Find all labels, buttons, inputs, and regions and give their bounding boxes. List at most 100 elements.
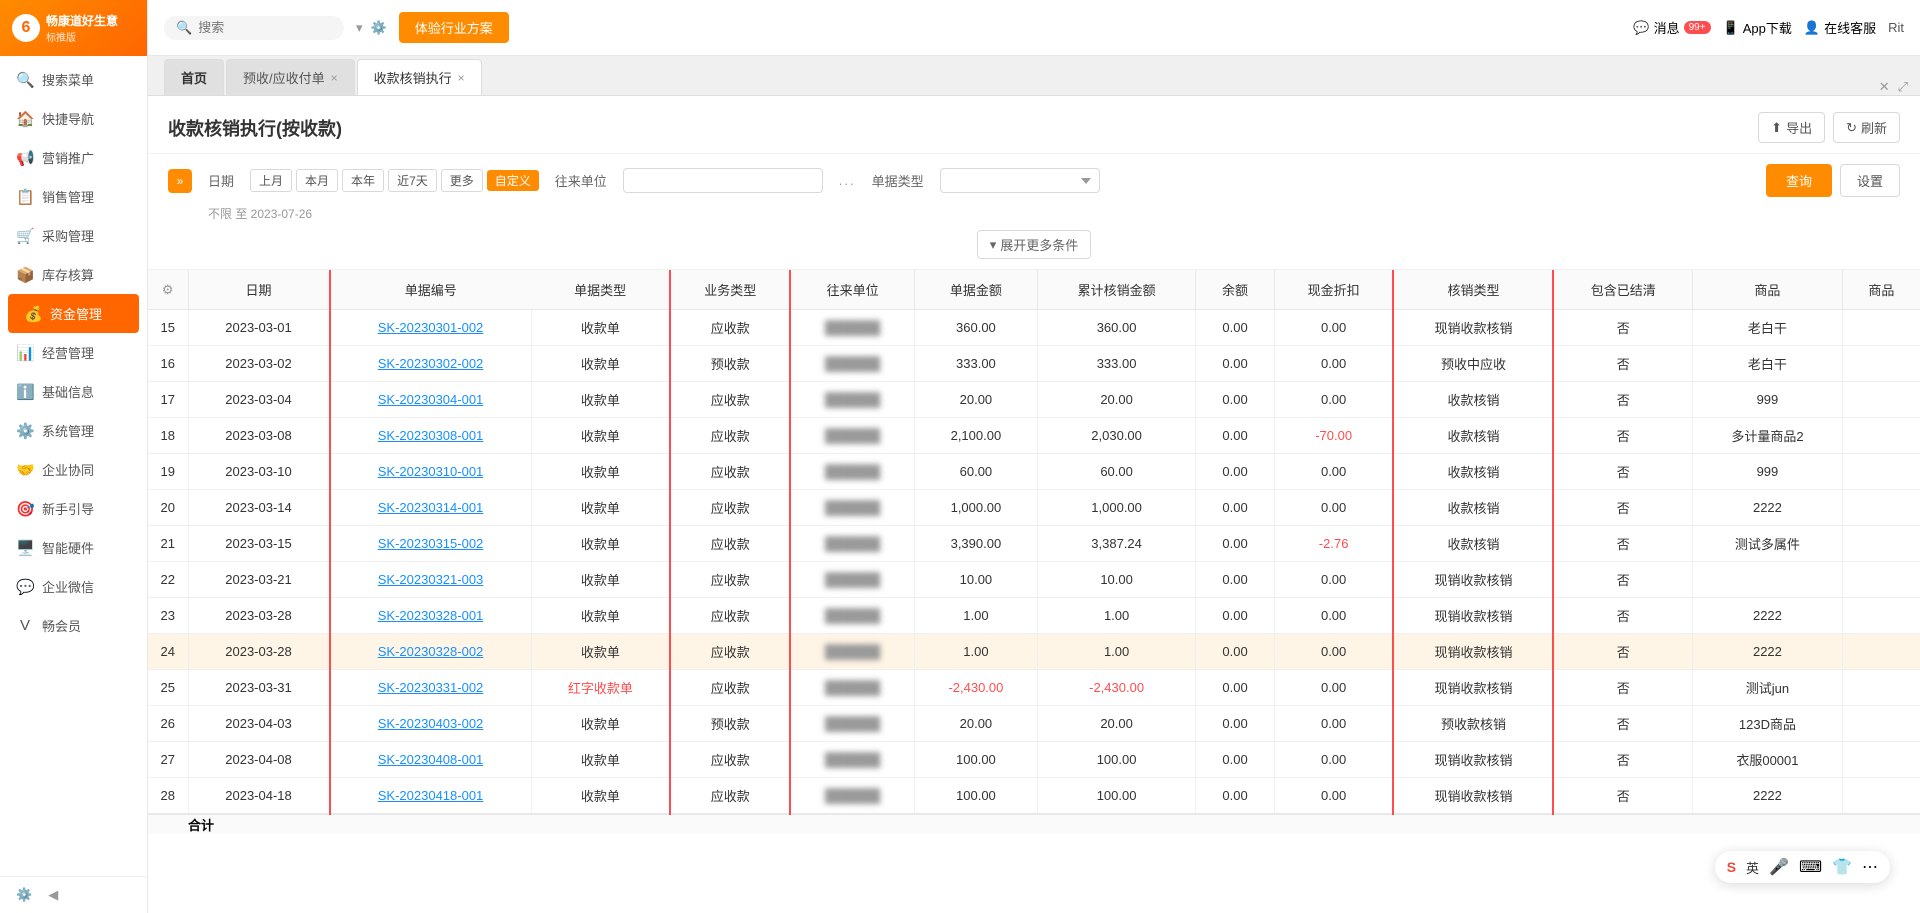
expand-more-button[interactable]: ▾ 展开更多条件 xyxy=(977,230,1092,259)
table-row[interactable]: 17 2023-03-04 SK-20230304-001 收款单 应收款 ██… xyxy=(148,382,1920,418)
cell-date: 2023-03-02 xyxy=(188,346,330,382)
table-row[interactable]: 21 2023-03-15 SK-20230315-002 收款单 应收款 ██… xyxy=(148,526,1920,562)
filter-collapse-button[interactable]: » xyxy=(168,169,192,193)
table-row[interactable]: 24 2023-03-28 SK-20230328-002 收款单 应收款 ██… xyxy=(148,634,1920,670)
date-btn-this-year[interactable]: 本年 xyxy=(342,169,384,192)
date-btn-7days[interactable]: 近7天 xyxy=(388,169,437,192)
partner-filter-input[interactable] xyxy=(623,168,823,193)
cell-voucher-no[interactable]: SK-20230302-002 xyxy=(330,346,532,382)
settings-icon[interactable]: ⚙️ xyxy=(16,887,32,903)
cell-voucher-no[interactable]: SK-20230328-001 xyxy=(330,598,532,634)
cell-date: 2023-03-21 xyxy=(188,562,330,598)
cell-include-settled: 否 xyxy=(1553,418,1692,454)
table-row[interactable]: 25 2023-03-31 SK-20230331-002 红字收款单 应收款 … xyxy=(148,670,1920,706)
cell-voucher-no[interactable]: SK-20230314-001 xyxy=(330,490,532,526)
online-service-item[interactable]: 👤 在线客服 xyxy=(1804,18,1876,37)
table-row[interactable]: 15 2023-03-01 SK-20230301-002 收款单 应收款 ██… xyxy=(148,310,1920,346)
app-download-item[interactable]: 📱 App下载 xyxy=(1723,18,1792,37)
sidebar-item-basic-info[interactable]: ℹ️基础信息 xyxy=(0,372,147,411)
cell-amount: 1,000.00 xyxy=(914,490,1037,526)
ime-mic-icon[interactable]: 🎤 xyxy=(1769,857,1789,877)
topbar-settings-icon[interactable]: ⚙️ xyxy=(371,20,387,36)
date-custom-button[interactable]: 自定义 xyxy=(487,170,539,191)
sidebar-item-inventory[interactable]: 📦库存核算 xyxy=(0,255,147,294)
cell-voucher-no[interactable]: SK-20230310-001 xyxy=(330,454,532,490)
cell-voucher-no[interactable]: SK-20230331-002 xyxy=(330,670,532,706)
cell-product: 999 xyxy=(1693,382,1843,418)
sidebar-item-quick-nav[interactable]: 🏠快捷导航 xyxy=(0,99,147,138)
sidebar-icon-purchase: 🛒 xyxy=(16,227,34,245)
date-btn-this-month[interactable]: 本月 xyxy=(296,169,338,192)
cell-no: 16 xyxy=(148,346,188,382)
sidebar-item-wechat[interactable]: 💬企业微信 xyxy=(0,567,147,606)
table-row[interactable]: 23 2023-03-28 SK-20230328-001 收款单 应收款 ██… xyxy=(148,598,1920,634)
sidebar-item-finance[interactable]: 💰资金管理 xyxy=(8,294,139,333)
cell-voucher-no[interactable]: SK-20230403-002 xyxy=(330,706,532,742)
sidebar-item-operations[interactable]: 📊经营管理 xyxy=(0,333,147,372)
voucher-type-select[interactable] xyxy=(940,168,1100,193)
table-row[interactable]: 28 2023-04-18 SK-20230418-001 收款单 应收款 ██… xyxy=(148,778,1920,815)
cell-balance: 0.00 xyxy=(1196,490,1274,526)
sidebar-item-member[interactable]: V畅会员 xyxy=(0,606,147,645)
cell-voucher-no[interactable]: SK-20230328-002 xyxy=(330,634,532,670)
tab-prepay-close[interactable]: × xyxy=(331,71,338,85)
cell-product2 xyxy=(1842,742,1920,778)
table-row[interactable]: 20 2023-03-14 SK-20230314-001 收款单 应收款 ██… xyxy=(148,490,1920,526)
cell-voucher-no[interactable]: SK-20230308-001 xyxy=(330,418,532,454)
sidebar-item-system[interactable]: ⚙️系统管理 xyxy=(0,411,147,450)
date-btn-more[interactable]: 更多 xyxy=(441,169,483,192)
tab-prepay-receipt[interactable]: 预收/应收付单 × xyxy=(226,59,355,95)
cell-voucher-no[interactable]: SK-20230304-001 xyxy=(330,382,532,418)
table-row[interactable]: 27 2023-04-08 SK-20230408-001 收款单 应收款 ██… xyxy=(148,742,1920,778)
cell-voucher-no[interactable]: SK-20230301-002 xyxy=(330,310,532,346)
table-row[interactable]: 18 2023-03-08 SK-20230308-001 收款单 应收款 ██… xyxy=(148,418,1920,454)
footer-label: 合计 xyxy=(188,814,670,834)
sidebar-item-hardware[interactable]: 🖥️智能硬件 xyxy=(0,528,147,567)
tab-close-all-icon[interactable]: ✕ xyxy=(1879,79,1890,95)
refresh-icon: ↻ xyxy=(1846,120,1857,136)
ime-brand[interactable]: 英 xyxy=(1746,858,1759,877)
tab-receipt-verify[interactable]: 收款核销执行 × xyxy=(357,59,482,95)
table-row[interactable]: 26 2023-04-03 SK-20230403-002 收款单 预收款 ██… xyxy=(148,706,1920,742)
sidebar-item-sales[interactable]: 📋销售管理 xyxy=(0,177,147,216)
expand-more-container: ▾ 展开更多条件 xyxy=(168,230,1900,259)
sidebar-item-guide[interactable]: 🎯新手引导 xyxy=(0,489,147,528)
ime-more-icon[interactable]: ⋯ xyxy=(1862,857,1878,877)
user-avatar[interactable]: Rit xyxy=(1888,20,1904,35)
cell-voucher-no[interactable]: SK-20230315-002 xyxy=(330,526,532,562)
topbar-dropdown-icon[interactable]: ▾ xyxy=(356,20,363,36)
date-btn-last-month[interactable]: 上月 xyxy=(250,169,292,192)
query-button[interactable]: 查询 xyxy=(1766,164,1832,197)
sidebar-item-enterprise[interactable]: 🤝企业协同 xyxy=(0,450,147,489)
col-gear[interactable]: ⚙ xyxy=(148,270,188,310)
cell-include-settled: 否 xyxy=(1553,706,1692,742)
table-row[interactable]: 22 2023-03-21 SK-20230321-003 收款单 应收款 ██… xyxy=(148,562,1920,598)
cell-product2 xyxy=(1842,382,1920,418)
refresh-button[interactable]: ↻ 刷新 xyxy=(1833,112,1900,143)
sidebar-item-marketing[interactable]: 📢营销推广 xyxy=(0,138,147,177)
sidebar-item-purchase[interactable]: 🛒采购管理 xyxy=(0,216,147,255)
table-row[interactable]: 19 2023-03-10 SK-20230310-001 收款单 应收款 ██… xyxy=(148,454,1920,490)
topbar-search-input[interactable] xyxy=(198,20,332,35)
cell-voucher-no[interactable]: SK-20230408-001 xyxy=(330,742,532,778)
messages-item[interactable]: 💬 消息 99+ xyxy=(1633,18,1710,37)
cell-partner: ██████ xyxy=(790,418,914,454)
sidebar-item-search[interactable]: 🔍搜索菜单 xyxy=(0,60,147,99)
filter-settings-button[interactable]: 设置 xyxy=(1840,164,1900,197)
cell-voucher-no[interactable]: SK-20230418-001 xyxy=(330,778,532,815)
industry-solution-button[interactable]: 体验行业方案 xyxy=(399,12,509,43)
collapse-icon[interactable]: ◀ xyxy=(48,887,58,903)
tab-home[interactable]: 首页 xyxy=(164,59,224,95)
cell-product2 xyxy=(1842,490,1920,526)
tab-receipt-verify-close[interactable]: × xyxy=(458,71,465,85)
tab-expand-icon[interactable]: ⤢ xyxy=(1898,79,1908,95)
cell-voucher-no[interactable]: SK-20230321-003 xyxy=(330,562,532,598)
cell-product: 2222 xyxy=(1693,598,1843,634)
export-button[interactable]: ⬆ 导出 xyxy=(1758,112,1825,143)
cell-no: 20 xyxy=(148,490,188,526)
page-header-actions: ⬆ 导出 ↻ 刷新 xyxy=(1758,112,1900,143)
ime-shirt-icon[interactable]: 👕 xyxy=(1832,857,1852,877)
ime-keyboard-icon[interactable]: ⌨ xyxy=(1799,857,1822,877)
table-row[interactable]: 16 2023-03-02 SK-20230302-002 收款单 预收款 ██… xyxy=(148,346,1920,382)
cell-biz-type: 预收款 xyxy=(670,346,790,382)
